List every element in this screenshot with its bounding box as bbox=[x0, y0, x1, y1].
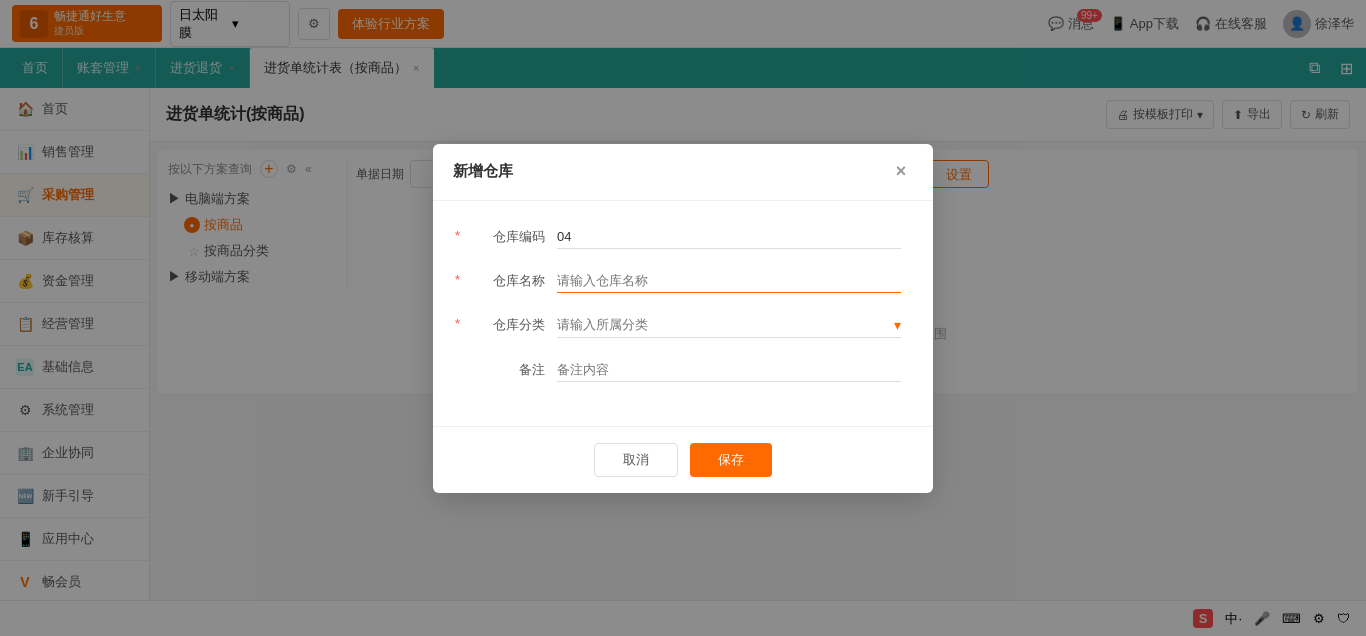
code-label: 仓库编码 bbox=[465, 228, 545, 246]
category-label: 仓库分类 bbox=[465, 316, 545, 334]
modal-header: 新增仓库 × bbox=[433, 144, 933, 201]
remark-label: 备注 bbox=[465, 361, 545, 379]
code-input[interactable] bbox=[557, 225, 901, 249]
code-form-item: 仓库编码 bbox=[465, 225, 901, 249]
name-label: 仓库名称 bbox=[465, 272, 545, 290]
cancel-button[interactable]: 取消 bbox=[594, 443, 678, 477]
save-button[interactable]: 保存 bbox=[690, 443, 772, 477]
new-warehouse-modal: 新增仓库 × 仓库编码 仓库名称 仓库分类 ▾ bbox=[433, 144, 933, 493]
category-form-item: 仓库分类 ▾ bbox=[465, 313, 901, 338]
name-input[interactable] bbox=[557, 269, 901, 293]
name-form-item: 仓库名称 bbox=[465, 269, 901, 293]
modal-close-button[interactable]: × bbox=[889, 160, 913, 184]
modal-footer: 取消 保存 bbox=[433, 426, 933, 493]
remark-input[interactable] bbox=[557, 358, 901, 382]
modal-overlay: 新增仓库 × 仓库编码 仓库名称 仓库分类 ▾ bbox=[0, 0, 1366, 636]
remark-form-item: 备注 bbox=[465, 358, 901, 382]
modal-title: 新增仓库 bbox=[453, 162, 513, 181]
category-dropdown-icon: ▾ bbox=[894, 317, 901, 333]
category-select-wrapper[interactable]: ▾ bbox=[557, 313, 901, 338]
category-select-input[interactable] bbox=[557, 317, 894, 332]
modal-body: 仓库编码 仓库名称 仓库分类 ▾ 备注 bbox=[433, 201, 933, 426]
